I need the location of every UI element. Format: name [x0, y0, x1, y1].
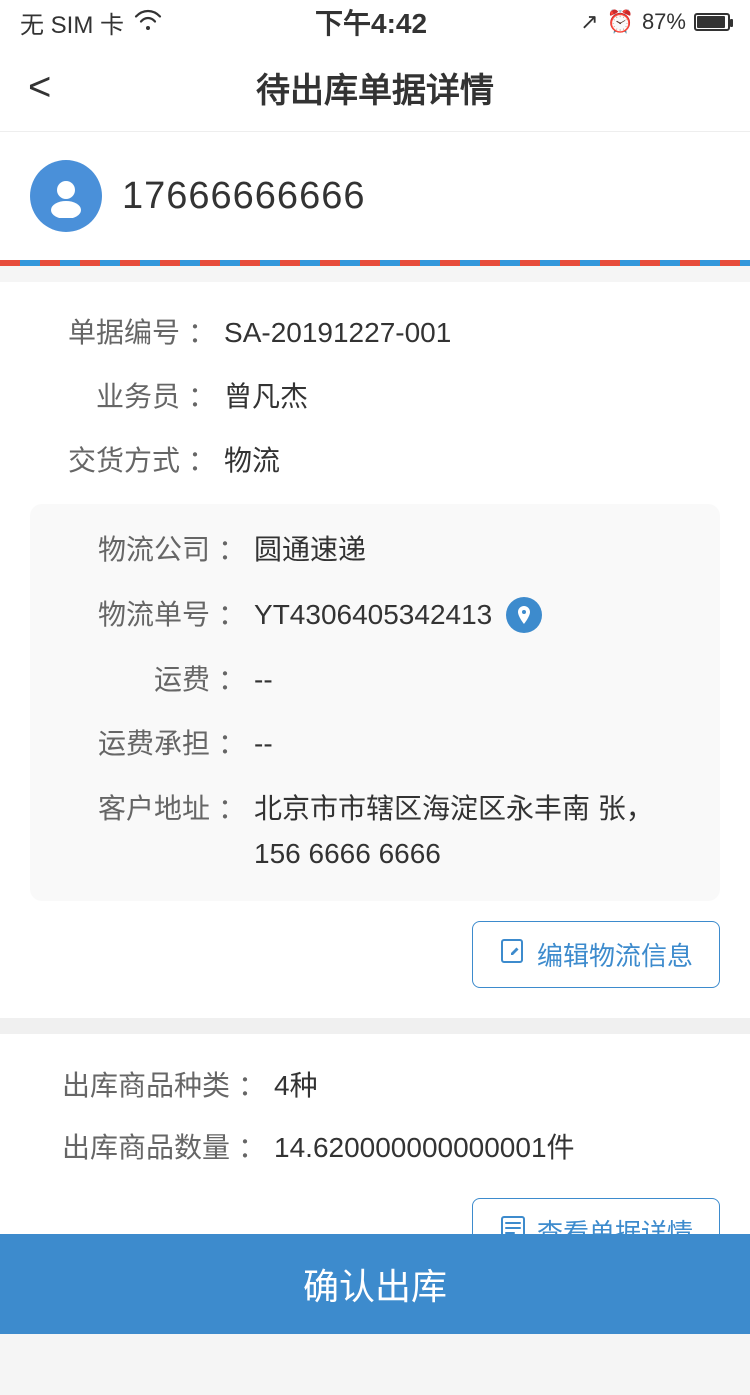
- status-right: ↗ ⏰ 87%: [580, 9, 730, 35]
- user-header: 17666666666: [0, 132, 750, 260]
- order-number-row: 单据编号 ： SA-20191227-001: [30, 312, 720, 354]
- wifi-icon: [134, 8, 162, 36]
- bottom-area: 确认出库: [0, 1234, 750, 1334]
- battery-icon: [694, 13, 730, 31]
- product-quantity-value: 14.620000000000001件: [274, 1126, 720, 1166]
- page-title: 待出库单据详情: [256, 63, 494, 112]
- alarm-icon: ⏰: [607, 9, 634, 35]
- freight-bear-row: 运费承担 ： --: [60, 722, 690, 767]
- section-divider: [0, 1018, 750, 1034]
- location-pin-button[interactable]: [506, 597, 542, 633]
- tracking-value: YT4306405342413: [254, 593, 690, 638]
- status-left: 无 SIM 卡: [20, 5, 162, 40]
- edit-logistics-button[interactable]: 编辑物流信息: [472, 921, 720, 988]
- tracking-label: 物流单号: [60, 593, 210, 638]
- order-number-value: SA-20191227-001: [224, 312, 720, 354]
- status-time: 下午4:42: [315, 2, 427, 42]
- avatar: [30, 160, 102, 232]
- freight-bear-label: 运费承担: [60, 722, 210, 767]
- logistics-company-label: 物流公司: [60, 528, 210, 573]
- location-status-icon: ↗: [580, 9, 598, 35]
- confirm-button[interactable]: 确认出库: [0, 1234, 750, 1334]
- freight-bear-value: --: [254, 722, 690, 767]
- dashed-divider: [0, 260, 750, 266]
- order-number-label: 单据编号: [30, 312, 180, 354]
- salesman-value: 曾凡杰: [224, 376, 720, 418]
- product-types-row: 出库商品种类 ： 4种: [30, 1064, 720, 1104]
- user-phone: 17666666666: [122, 175, 365, 218]
- edit-logistics-container: 编辑物流信息: [30, 901, 720, 998]
- edit-icon: [499, 937, 527, 972]
- product-quantity-label: 出库商品数量: [30, 1126, 230, 1166]
- salesman-row: 业务员 ： 曾凡杰: [30, 376, 720, 418]
- delivery-row: 交货方式 ： 物流: [30, 440, 720, 482]
- tracking-row: 物流单号 ： YT4306405342413: [60, 593, 690, 638]
- product-types-value: 4种: [274, 1064, 720, 1104]
- nav-bar: < 待出库单据详情: [0, 44, 750, 132]
- logistics-company-row: 物流公司 ： 圆通速递: [60, 528, 690, 573]
- status-bar: 无 SIM 卡 下午4:42 ↗ ⏰ 87%: [0, 0, 750, 44]
- order-info-section: 单据编号 ： SA-20191227-001 业务员 ： 曾凡杰 交货方式 ： …: [0, 282, 750, 1018]
- sim-text: 无 SIM 卡: [20, 5, 124, 40]
- logistics-card: 物流公司 ： 圆通速递 物流单号 ： YT4306405342413 运费: [30, 504, 720, 901]
- freight-label: 运费: [60, 658, 210, 703]
- freight-value: --: [254, 658, 690, 703]
- address-row: 客户地址 ： 北京市市辖区海淀区永丰南 张，156 6666 6666: [60, 787, 690, 877]
- product-quantity-row: 出库商品数量 ： 14.620000000000001件: [30, 1126, 720, 1166]
- battery-text: 87%: [642, 9, 686, 35]
- freight-row: 运费 ： --: [60, 658, 690, 703]
- page: 无 SIM 卡 下午4:42 ↗ ⏰ 87% < 待出库单据详情: [0, 0, 750, 1395]
- salesman-label: 业务员: [30, 376, 180, 418]
- logistics-company-value: 圆通速递: [254, 528, 690, 573]
- address-label: 客户地址: [60, 787, 210, 832]
- delivery-value: 物流: [224, 440, 720, 482]
- edit-logistics-label: 编辑物流信息: [537, 936, 693, 973]
- address-value: 北京市市辖区海淀区永丰南 张，156 6666 6666: [254, 787, 690, 877]
- product-types-label: 出库商品种类: [30, 1064, 230, 1104]
- back-button[interactable]: <: [28, 65, 51, 110]
- delivery-label: 交货方式: [30, 440, 180, 482]
